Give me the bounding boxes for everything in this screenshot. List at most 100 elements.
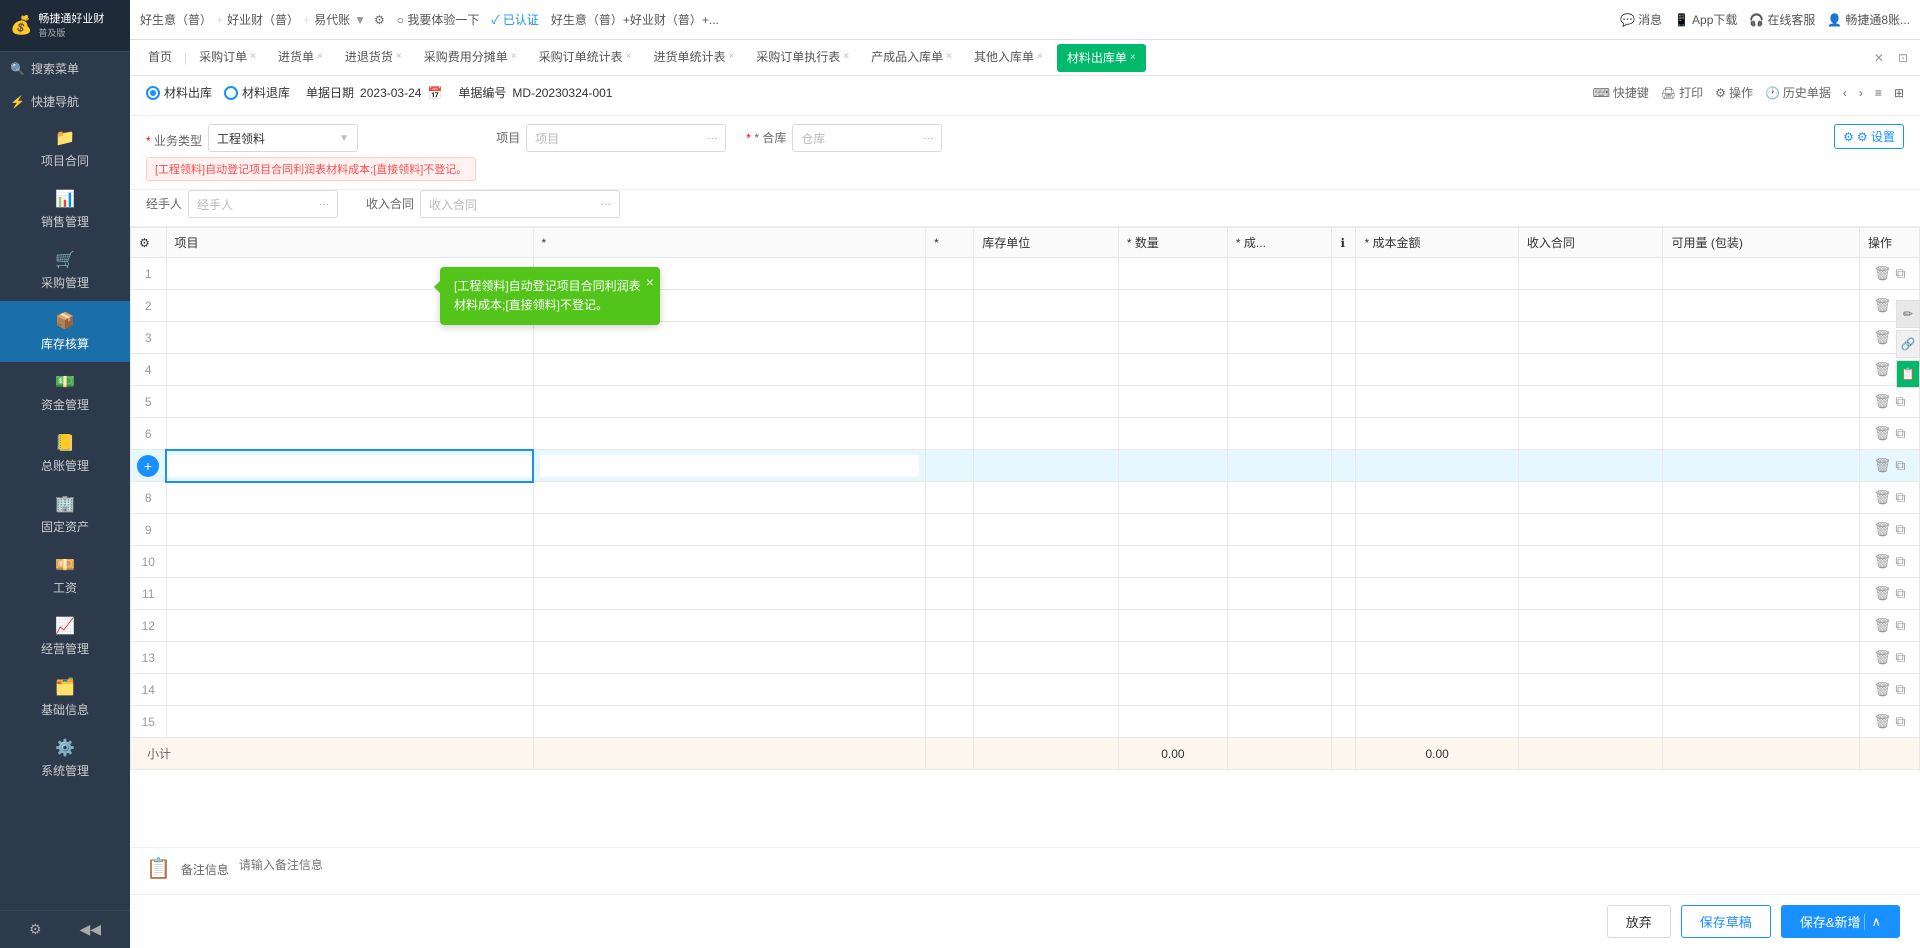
nav-close-btn[interactable]: ✕ — [1866, 51, 1892, 65]
next-btn[interactable]: › — [1859, 84, 1863, 101]
delete-row-btn[interactable]: 🗑 — [1874, 521, 1892, 537]
business-type-input[interactable]: 工程领料 ▼ — [208, 124, 358, 152]
nav-resize-btn[interactable]: ⊡ — [1894, 51, 1912, 65]
copy-row-btn[interactable]: ⧉ — [1895, 489, 1905, 505]
close-icon[interactable]: × — [396, 51, 402, 62]
top-dropdown-btn[interactable]: ▼ — [354, 13, 366, 27]
settings-btn[interactable]: ⚙ ⚙ 设置 — [1834, 124, 1904, 149]
copy-row-btn[interactable]: ⧉ — [1895, 457, 1905, 473]
delete-row-btn[interactable]: 🗑 — [1874, 297, 1892, 313]
nav-home[interactable]: 首页 — [138, 40, 182, 76]
delete-row-btn[interactable]: 🗑 — [1874, 329, 1892, 345]
docnum-value[interactable]: MD-20230324-001 — [512, 86, 612, 100]
delete-row-btn[interactable]: 🗑 — [1874, 457, 1892, 473]
add-row-btn[interactable]: + — [137, 455, 159, 477]
history-btn[interactable]: 🕐 历史单据 — [1765, 84, 1831, 101]
nav-purchase-stats[interactable]: 采购订单统计表 × — [529, 40, 642, 76]
quick-nav-item[interactable]: ⚡ 快捷导航 — [0, 85, 130, 118]
sidebar-item-basic[interactable]: 🗂️ 基础信息 — [0, 667, 130, 728]
list-view-btn[interactable]: ≡ — [1875, 84, 1882, 101]
handler-input[interactable]: 经手人 ··· — [188, 190, 338, 218]
sidebar-item-assets[interactable]: 🏢 固定资产 — [0, 484, 130, 545]
close-icon[interactable]: × — [946, 51, 952, 62]
close-icon[interactable]: × — [317, 51, 323, 62]
nav-finished-goods[interactable]: 产成品入库单 × — [861, 40, 962, 76]
copy-row-btn[interactable]: ⧉ — [1895, 681, 1905, 697]
shortcut-btn[interactable]: ⌨ 快捷键 — [1593, 84, 1649, 101]
close-icon[interactable]: × — [626, 51, 632, 62]
copy-row-btn[interactable]: ⧉ — [1895, 393, 1905, 409]
app-download-btn[interactable]: 📱 App下载 — [1674, 11, 1737, 28]
copy-row-btn[interactable]: ⧉ — [1895, 617, 1905, 633]
delete-row-btn[interactable]: 🗑 — [1874, 393, 1892, 409]
delete-row-btn[interactable]: 🗑 — [1874, 425, 1892, 441]
discard-btn[interactable]: 放弃 — [1607, 905, 1671, 938]
copy-row-btn[interactable]: ⧉ — [1895, 585, 1905, 601]
close-icon[interactable]: × — [1130, 52, 1136, 63]
tooltip-close-btn[interactable]: × — [646, 271, 654, 293]
online-service-btn[interactable]: 🎧 在线客服 — [1749, 11, 1815, 28]
sidebar-item-purchase[interactable]: 🛒 采购管理 — [0, 240, 130, 301]
sidebar-collapse-btn[interactable]: ◀◀ — [79, 921, 101, 938]
notes-input[interactable] — [239, 856, 1904, 886]
row7-col2-input[interactable] — [540, 455, 919, 477]
nav-purchase-order[interactable]: 采购订单 × — [189, 40, 266, 76]
delete-row-btn[interactable]: 🗑 — [1874, 361, 1892, 377]
close-icon[interactable]: × — [1037, 51, 1043, 62]
close-icon[interactable]: × — [728, 51, 734, 62]
delete-row-btn[interactable]: 🗑 — [1874, 585, 1892, 601]
sidebar-item-sales[interactable]: 📊 销售管理 — [0, 179, 130, 240]
row7-col1-input[interactable] — [167, 455, 532, 477]
sidebar-item-inventory[interactable]: 📦 库存核算 — [0, 301, 130, 362]
nav-order-execution[interactable]: 采购订单执行表 × — [746, 40, 859, 76]
sidebar-item-business[interactable]: 📈 经营管理 — [0, 606, 130, 667]
user-avatar[interactable]: 👤 畅捷通8账... — [1827, 11, 1910, 28]
sidebar-settings-btn[interactable]: ⚙ — [29, 921, 42, 938]
sidebar-item-system[interactable]: ⚙️ 系统管理 — [0, 728, 130, 789]
delete-row-btn[interactable]: 🗑 — [1874, 681, 1892, 697]
close-icon[interactable]: × — [843, 51, 849, 62]
delete-row-btn[interactable]: 🗑 — [1874, 617, 1892, 633]
delete-row-btn[interactable]: 🗑 — [1874, 265, 1892, 281]
copy-row-btn[interactable]: ⧉ — [1895, 553, 1905, 569]
save-draft-btn[interactable]: 保存草稿 — [1681, 905, 1771, 938]
right-tool-edit-btn[interactable]: ✏ — [1896, 300, 1920, 328]
settings-gear-icon[interactable]: ⚙ — [374, 13, 385, 27]
copy-row-btn[interactable]: ⧉ — [1895, 425, 1905, 441]
warehouse-input[interactable]: 仓库 ··· — [792, 124, 942, 152]
table-settings-header[interactable]: ⚙ — [131, 228, 167, 258]
search-menu-item[interactable]: 🔍 搜索菜单 — [0, 52, 130, 85]
nav-purchase-expense[interactable]: 采购费用分摊单 × — [414, 40, 527, 76]
close-icon[interactable]: × — [250, 51, 256, 62]
calendar-icon[interactable]: 📅 — [427, 86, 442, 100]
radio-material-return[interactable]: 材料退库 — [224, 84, 290, 101]
copy-row-btn[interactable]: ⧉ — [1895, 521, 1905, 537]
sidebar-item-finance[interactable]: 💵 资金管理 — [0, 362, 130, 423]
sidebar-item-project[interactable]: 📁 项目合同 — [0, 118, 130, 179]
copy-row-btn[interactable]: ⧉ — [1895, 649, 1905, 665]
save-new-btn[interactable]: 保存&新增 ∧ — [1781, 905, 1900, 938]
project-input[interactable]: 项目 ··· — [526, 124, 726, 152]
save-new-dropdown-icon[interactable]: ∧ — [1864, 914, 1881, 930]
operation-btn[interactable]: ⚙ 操作 — [1715, 84, 1753, 101]
nav-inbound[interactable]: 进货单 × — [268, 40, 333, 76]
radio-material-outbound[interactable]: 材料出库 — [146, 84, 212, 101]
experience-btn[interactable]: ○ 我要体验一下 — [397, 11, 480, 28]
right-tool-flag-btn[interactable]: 📋 — [1896, 360, 1920, 388]
notification-btn[interactable]: 💬 消息 — [1620, 11, 1662, 28]
sidebar-item-payroll[interactable]: 💴 工资 — [0, 545, 130, 606]
right-tool-link-btn[interactable]: 🔗 — [1896, 330, 1920, 358]
nav-material-outbound[interactable]: 材料出库单 × — [1057, 44, 1146, 72]
delete-row-btn[interactable]: 🗑 — [1874, 649, 1892, 665]
delete-row-btn[interactable]: 🗑 — [1874, 489, 1892, 505]
grid-view-btn[interactable]: ⊞ — [1894, 84, 1904, 101]
nav-other-inbound[interactable]: 其他入库单 × — [964, 40, 1053, 76]
close-icon[interactable]: × — [511, 51, 517, 62]
delete-row-btn[interactable]: 🗑 — [1874, 553, 1892, 569]
copy-row-btn[interactable]: ⧉ — [1895, 265, 1905, 281]
prev-btn[interactable]: ‹ — [1843, 84, 1847, 101]
date-value[interactable]: 2023-03-24 — [360, 86, 421, 100]
delete-row-btn[interactable]: 🗑 — [1874, 713, 1892, 729]
sidebar-item-ledger[interactable]: 📒 总账管理 — [0, 423, 130, 484]
nav-inbound-stats[interactable]: 进货单统计表 × — [643, 40, 744, 76]
